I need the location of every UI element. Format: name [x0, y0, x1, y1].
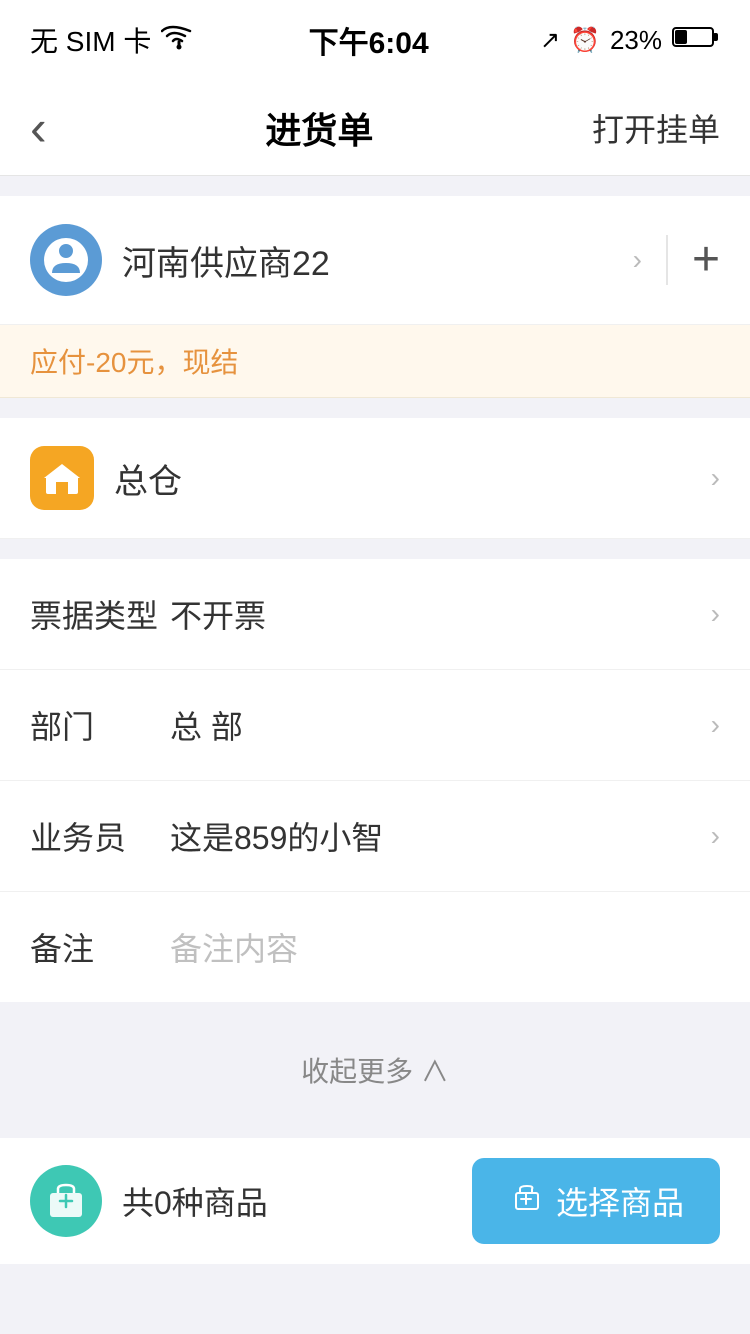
carrier-text: 无 SIM 卡: [30, 20, 151, 60]
supplier-avatar: [30, 224, 102, 296]
location-icon: ↗: [540, 26, 560, 55]
chevron-right-icon: ›: [711, 820, 720, 852]
product-count: 共0种商品: [122, 1178, 472, 1224]
fields-block: 票据类型 不开票 › 部门 总 部 › 业务员 这是859的小智 › 备注 备注…: [0, 559, 750, 1002]
department-value: 总 部: [170, 702, 711, 748]
chevron-right-icon: ›: [711, 462, 720, 494]
status-time: 下午6:04: [309, 18, 429, 62]
bottom-bar: 共0种商品 选择商品: [0, 1138, 750, 1264]
battery-text: 23%: [610, 25, 662, 56]
remark-row[interactable]: 备注 备注内容: [0, 891, 750, 1002]
battery-icon: [672, 24, 720, 57]
salesman-row[interactable]: 业务员 这是859的小智 ›: [0, 780, 750, 891]
salesman-label: 业务员: [30, 813, 170, 859]
open-pending-button[interactable]: 打开挂单: [592, 105, 720, 151]
supplier-name: 河南供应商22: [122, 236, 633, 285]
page-title: 进货单: [265, 102, 373, 154]
vertical-divider: [666, 235, 668, 285]
supplier-row[interactable]: 河南供应商22 › +: [0, 196, 750, 325]
select-label: 选择商品: [556, 1178, 684, 1224]
collapse-row[interactable]: 收起更多 ∧: [0, 1022, 750, 1118]
remark-placeholder[interactable]: 备注内容: [170, 924, 720, 970]
remark-label: 备注: [30, 924, 170, 970]
select-product-button[interactable]: 选择商品: [472, 1158, 720, 1244]
chevron-right-icon: ›: [711, 709, 720, 741]
collapse-label: 收起更多 ∧: [301, 1050, 449, 1090]
department-row[interactable]: 部门 总 部 ›: [0, 669, 750, 780]
warehouse-row[interactable]: 总仓 ›: [0, 418, 750, 539]
nav-bar: ‹ 进货单 打开挂单: [0, 80, 750, 176]
status-bar: 无 SIM 卡 下午6:04 ↗ ⏰ 23%: [0, 0, 750, 80]
notice-text: 应付-20元，现结: [30, 347, 238, 378]
warehouse-icon: [30, 446, 94, 510]
ticket-type-row[interactable]: 票据类型 不开票 ›: [0, 559, 750, 669]
department-label: 部门: [30, 702, 170, 748]
wifi-icon: [161, 24, 197, 57]
back-button[interactable]: ‹: [30, 99, 47, 157]
cart-icon: [508, 1179, 544, 1223]
chevron-right-icon: ›: [711, 598, 720, 630]
notice-banner: 应付-20元，现结: [0, 325, 750, 398]
ticket-type-value: 不开票: [170, 591, 711, 637]
ticket-type-label: 票据类型: [30, 591, 170, 637]
add-button[interactable]: +: [692, 236, 720, 284]
separator-1: [0, 176, 750, 196]
supplier-section: 河南供应商22 › + 应付-20元，现结: [0, 196, 750, 398]
chevron-right-icon: ›: [633, 244, 642, 276]
warehouse-label: 总仓: [114, 454, 711, 503]
product-icon: [30, 1165, 102, 1237]
status-carrier: 无 SIM 卡: [30, 20, 197, 60]
status-right: ↗ ⏰ 23%: [540, 24, 720, 57]
salesman-value: 这是859的小智: [170, 813, 711, 859]
alarm-icon: ⏰: [570, 26, 600, 55]
person-icon: [48, 239, 84, 282]
